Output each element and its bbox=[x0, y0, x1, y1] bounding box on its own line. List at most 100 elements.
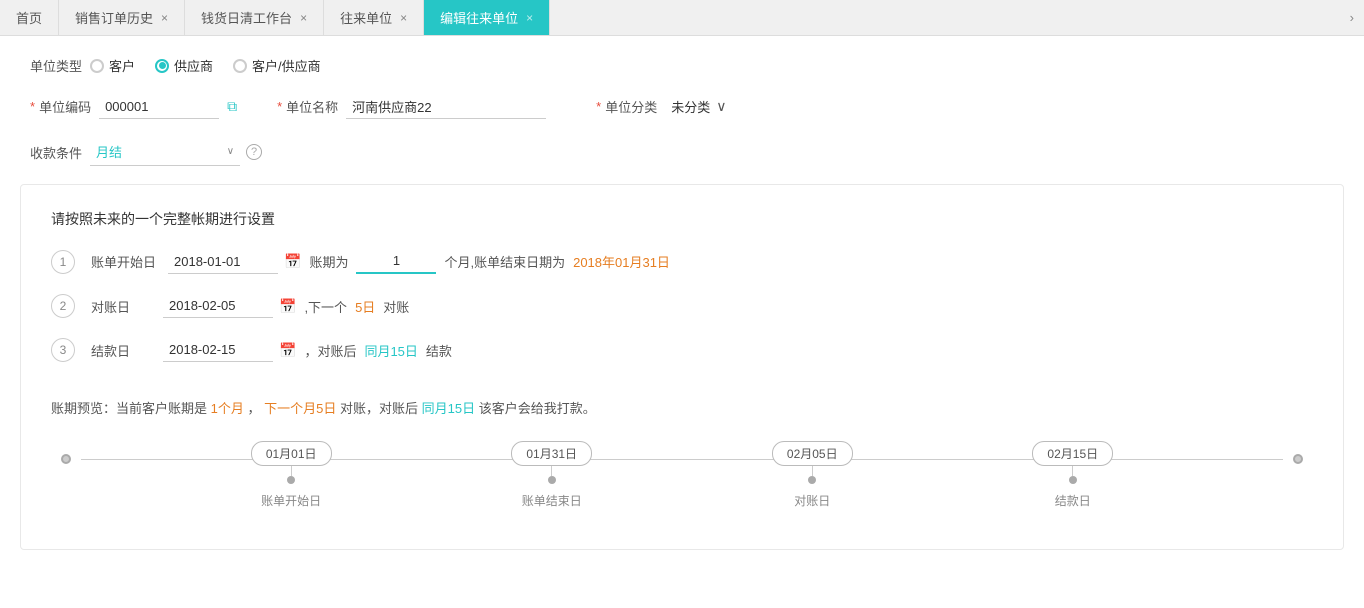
row-num-2: 2 bbox=[51, 294, 75, 318]
left-end-dot bbox=[61, 454, 71, 464]
timeline-connector-4 bbox=[1072, 466, 1073, 476]
row-1-label: 账单开始日 bbox=[91, 252, 156, 271]
unit-type-row: 单位类型 客户 供应商 客户/供应商 bbox=[30, 56, 1334, 75]
close-icon[interactable]: × bbox=[161, 11, 168, 25]
required-star-cat: * bbox=[596, 99, 601, 114]
tab-cash-work[interactable]: 钱货日清工作台 × bbox=[185, 0, 324, 35]
timeline-node-2: 01月31日 账单结束日 bbox=[511, 441, 592, 509]
payment-terms-label: 收款条件 bbox=[30, 143, 82, 162]
row-num-1: 1 bbox=[51, 250, 75, 274]
timeline-label-1: 账单开始日 bbox=[261, 492, 321, 509]
unit-name-label: 单位名称 bbox=[286, 97, 338, 116]
tab-edit-partner[interactable]: 编辑往来单位 × bbox=[424, 0, 550, 35]
settings-title: 请按照未来的一个完整帐期进行设置 bbox=[51, 209, 1313, 229]
payment-terms-dropdown[interactable]: 月结 ∨ bbox=[90, 138, 240, 166]
required-star-code: * bbox=[30, 99, 35, 114]
preview-text3: 对账，对账后 bbox=[340, 401, 418, 416]
timeline: 01月01日 账单开始日 01月31日 账单结束日 bbox=[51, 441, 1313, 509]
tab-sales-history[interactable]: 销售订单历史 × bbox=[59, 0, 185, 35]
period-suffix: 个月,账单结束日期为 bbox=[444, 252, 565, 271]
start-date-input[interactable] bbox=[168, 250, 278, 274]
reconcile-pre: ,下一个 bbox=[304, 297, 347, 316]
timeline-dot-1 bbox=[287, 476, 295, 484]
payment-suffix: 结款 bbox=[426, 341, 452, 360]
tab-partner-label: 往来单位 bbox=[340, 8, 392, 27]
payment-terms-row: 收款条件 月结 ∨ ? bbox=[30, 138, 1334, 166]
payment-highlight: 同月15日 bbox=[364, 341, 417, 360]
required-star-name: * bbox=[277, 99, 282, 114]
period-end-date: 2018年01月31日 bbox=[573, 252, 670, 271]
timeline-node-1: 01月01日 账单开始日 bbox=[251, 441, 332, 509]
preview-part2: 下一个月5日 bbox=[264, 401, 336, 416]
timeline-dot-3 bbox=[808, 476, 816, 484]
copy-icon[interactable]: ⧉ bbox=[227, 98, 237, 115]
unit-category-label: 单位分类 bbox=[605, 97, 657, 116]
settings-row-2: 2 对账日 📅 ,下一个 5日 对账 bbox=[51, 294, 1313, 318]
unit-category-dropdown[interactable]: 未分类 ∨ bbox=[665, 93, 825, 120]
timeline-date-4: 02月15日 bbox=[1032, 441, 1113, 466]
preview-part3: 同月15日 bbox=[422, 401, 475, 416]
timeline-date-1: 01月01日 bbox=[251, 441, 332, 466]
tab-home-label: 首页 bbox=[16, 8, 42, 27]
timeline-connector-1 bbox=[291, 466, 292, 476]
tab-sales-history-label: 销售订单历史 bbox=[75, 8, 153, 27]
row-num-3: 3 bbox=[51, 338, 75, 362]
row-2-label: 对账日 bbox=[91, 297, 151, 316]
timeline-start-dot bbox=[61, 454, 71, 464]
timeline-connector-3 bbox=[812, 466, 813, 476]
radio-supplier-label: 供应商 bbox=[174, 56, 213, 75]
radio-customer[interactable]: 客户 bbox=[90, 56, 135, 75]
timeline-dot-4 bbox=[1069, 476, 1077, 484]
radio-customer-label: 客户 bbox=[109, 56, 135, 75]
close-icon[interactable]: × bbox=[526, 11, 533, 25]
timeline-end-dot bbox=[1293, 454, 1303, 464]
tab-more-button[interactable]: › bbox=[1340, 0, 1364, 35]
period-value-input[interactable] bbox=[356, 249, 436, 274]
dropdown-arrow-icon: ∨ bbox=[227, 146, 240, 157]
timeline-label-4: 结款日 bbox=[1055, 492, 1091, 509]
unit-code-label: 单位编码 bbox=[39, 97, 91, 116]
close-icon[interactable]: × bbox=[300, 11, 307, 25]
radio-both-label: 客户/供应商 bbox=[252, 56, 321, 75]
preview-section: 账期预览：当前客户账期是 1个月 ， 下一个月5日 对账，对账后 同月15日 该… bbox=[51, 382, 1313, 525]
calendar-icon-2[interactable]: 📅 bbox=[279, 298, 296, 315]
payment-date-input[interactable] bbox=[163, 338, 273, 362]
chevron-right-icon: › bbox=[1350, 10, 1354, 25]
unit-type-radio-group: 客户 供应商 客户/供应商 bbox=[90, 56, 321, 75]
tab-bar: 首页 销售订单历史 × 钱货日清工作台 × 往来单位 × 编辑往来单位 × › bbox=[0, 0, 1364, 36]
unit-category-value: 未分类 bbox=[665, 93, 716, 120]
timeline-date-2: 01月31日 bbox=[511, 441, 592, 466]
calendar-icon-1[interactable]: 📅 bbox=[284, 253, 301, 270]
timeline-dot-2 bbox=[548, 476, 556, 484]
unit-code-input[interactable] bbox=[99, 95, 219, 119]
period-label: 账期为 bbox=[309, 252, 348, 271]
unit-name-input[interactable] bbox=[346, 95, 546, 119]
tab-cash-work-label: 钱货日清工作台 bbox=[201, 8, 292, 27]
main-content: 单位类型 客户 供应商 客户/供应商 * 单位编码 ⧉ * 单位名称 bbox=[0, 36, 1364, 608]
settings-panel: 请按照未来的一个完整帐期进行设置 1 账单开始日 📅 账期为 个月,账单结束日期… bbox=[20, 184, 1344, 550]
calendar-icon-3[interactable]: 📅 bbox=[279, 342, 296, 359]
right-end-dot bbox=[1293, 454, 1303, 464]
reconcile-date-input[interactable] bbox=[163, 294, 273, 318]
tab-edit-partner-label: 编辑往来单位 bbox=[440, 8, 518, 27]
tab-partner[interactable]: 往来单位 × bbox=[324, 0, 424, 35]
help-icon[interactable]: ? bbox=[246, 144, 262, 160]
radio-both-circle bbox=[233, 59, 247, 73]
timeline-node-4: 02月15日 结款日 bbox=[1032, 441, 1113, 509]
timeline-date-3: 02月05日 bbox=[772, 441, 853, 466]
timeline-node-3: 02月05日 对账日 bbox=[772, 441, 853, 509]
timeline-nodes: 01月01日 账单开始日 01月31日 账单结束日 bbox=[61, 441, 1303, 509]
chevron-down-icon: ∨ bbox=[716, 98, 726, 115]
close-icon[interactable]: × bbox=[400, 11, 407, 25]
preview-text4: 该客户会给我打款。 bbox=[479, 401, 596, 416]
timeline-label-3: 对账日 bbox=[794, 492, 830, 509]
timeline-label-2: 账单结束日 bbox=[522, 492, 582, 509]
preview-label: 账期预览：当前客户账期是 bbox=[51, 401, 207, 416]
radio-customer-circle bbox=[90, 59, 104, 73]
radio-supplier[interactable]: 供应商 bbox=[155, 56, 213, 75]
preview-part1: 1个月 bbox=[211, 401, 244, 416]
tab-home[interactable]: 首页 bbox=[0, 0, 59, 35]
radio-both[interactable]: 客户/供应商 bbox=[233, 56, 321, 75]
payment-terms-value: 月结 bbox=[90, 138, 227, 165]
timeline-connector-2 bbox=[551, 466, 552, 476]
